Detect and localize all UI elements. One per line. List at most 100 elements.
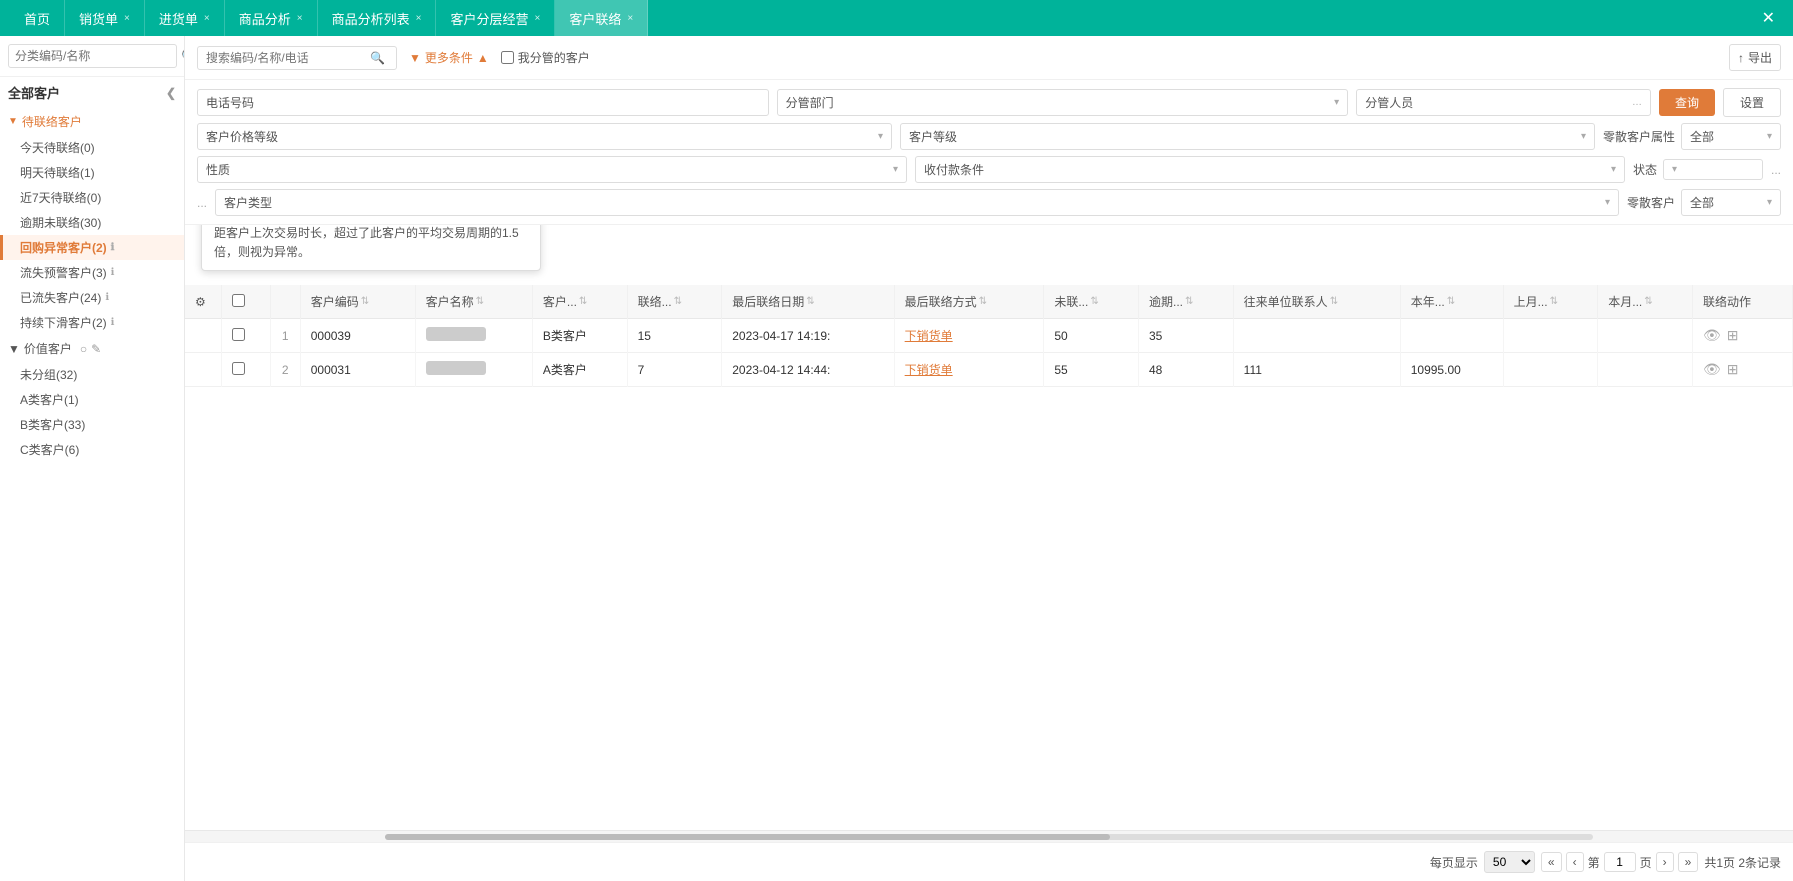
customer-level-field[interactable]: 客户等级 ▾ [900, 123, 1595, 150]
th-this-year[interactable]: 本年... ⇅ [1400, 285, 1503, 319]
action-menu-icon-row1[interactable]: ⊞ [1727, 327, 1739, 344]
gender-field[interactable]: 性质 ▾ [197, 156, 907, 183]
sidebar-item-today-pending[interactable]: 今天待联络(0) [0, 135, 184, 160]
filter-dots-row4[interactable]: ... [197, 196, 207, 210]
tab-close-purchase-order[interactable]: × [204, 13, 210, 24]
sidebar-value-settings-icon[interactable]: ✎ [91, 342, 101, 356]
sidebar-item-abnormal-repurchase[interactable]: 回购异常客户(2) ℹ [0, 235, 184, 260]
th-last-month[interactable]: 上月... ⇅ [1503, 285, 1598, 319]
price-level-dropdown-icon: ▾ [878, 131, 883, 142]
filter-dots-row3[interactable]: ... [1771, 163, 1781, 177]
export-icon: ↑ [1738, 51, 1744, 65]
window-close-button[interactable]: ✕ [1754, 8, 1783, 28]
sidebar-item-churn-warning[interactable]: 流失预警客户(3) ℹ [0, 260, 184, 285]
next-page-button[interactable]: › [1656, 852, 1674, 872]
td-overdue-row2: 48 [1139, 353, 1234, 387]
price-level-field[interactable]: 客户价格等级 ▾ [197, 123, 892, 150]
tab-close-product-analysis[interactable]: × [297, 13, 303, 24]
tab-product-analysis[interactable]: 商品分析 × [225, 0, 318, 36]
last-method-link-row2[interactable]: 下销货单 [905, 363, 953, 377]
pagination-bar: 每页显示 50 20 100 « ‹ 第 页 › » 共1页 2条记录 [185, 842, 1793, 881]
th-customer-type[interactable]: 客户... ⇅ [532, 285, 627, 319]
th-this-month[interactable]: 本月... ⇅ [1598, 285, 1693, 319]
td-action-row2: 👁 ⊞ [1692, 353, 1792, 387]
th-not-contacted[interactable]: 未联... ⇅ [1044, 285, 1139, 319]
sidebar-item-class-b[interactable]: B类客户(33) [0, 412, 184, 437]
sidebar-item-overdue-pending[interactable]: 逾期未联络(30) [0, 210, 184, 235]
tab-product-analysis-list[interactable]: 商品分析列表 × [318, 0, 437, 36]
sidebar-all-customers[interactable]: 全部客户 ❮ [0, 77, 184, 108]
blurred-name-row1 [426, 327, 486, 341]
tab-sales-order[interactable]: 销货单 × [65, 0, 145, 36]
tab-close-product-analysis-list[interactable]: × [416, 13, 422, 24]
sidebar-item-declining[interactable]: 持续下滑客户(2) ℹ [0, 310, 184, 335]
set-button[interactable]: 设置 [1723, 88, 1781, 117]
sidebar-group-pending-contact[interactable]: ▼ 待联络客户 [0, 108, 184, 135]
sort-icon-name: ⇅ [476, 296, 484, 307]
last-page-button[interactable]: » [1678, 852, 1699, 872]
sidebar-item-7days-pending[interactable]: 近7天待联络(0) [0, 185, 184, 210]
customer-search-input[interactable] [206, 51, 366, 65]
customer-type-field[interactable]: 客户类型 ▾ [215, 189, 1619, 216]
search-icon[interactable]: 🔍 [370, 51, 385, 65]
td-unit-contact-row1 [1233, 319, 1400, 353]
td-checkbox-row1 [221, 319, 270, 353]
action-view-icon-row2[interactable]: 👁 [1703, 361, 1721, 378]
sidebar-item-class-c[interactable]: C类客户(6) [0, 437, 184, 462]
sidebar-item-ungrouped[interactable]: 未分组(32) [0, 362, 184, 387]
phone-field[interactable]: 电话号码 [197, 89, 769, 116]
status-field[interactable]: ▾ [1663, 159, 1763, 180]
sidebar-item-class-a[interactable]: A类客户(1) [0, 387, 184, 412]
th-settings[interactable]: ⚙ [185, 285, 221, 319]
tab-close-sales-order[interactable]: × [124, 13, 130, 24]
sidebar-search-input[interactable] [8, 44, 177, 68]
tab-customer-contact[interactable]: 客户联络 × [555, 0, 648, 36]
last-method-link-row1[interactable]: 下销货单 [905, 329, 953, 343]
tab-close-customer-contact[interactable]: × [627, 13, 633, 24]
tab-close-customer-segmentation[interactable]: × [534, 13, 540, 24]
tab-customer-segmentation[interactable]: 客户分层经营 × [436, 0, 555, 36]
tab-home[interactable]: 首页 [10, 0, 65, 36]
select-all-checkbox[interactable] [232, 294, 245, 307]
row2-checkbox[interactable] [232, 362, 245, 375]
customer-type-dropdown-icon: ▾ [1605, 197, 1610, 208]
th-last-contact-method[interactable]: 最后联络方式 ⇅ [894, 285, 1044, 319]
per-page-select[interactable]: 50 20 100 [1484, 851, 1535, 873]
th-contact[interactable]: 联络... ⇅ [627, 285, 722, 319]
horizontal-scrollbar[interactable] [185, 830, 1793, 842]
sidebar-group-value-customers[interactable]: ▼ 价值客户 ○ ✎ [0, 335, 184, 362]
th-overdue[interactable]: 逾期... ⇅ [1139, 285, 1234, 319]
action-view-icon-row1[interactable]: 👁 [1703, 327, 1721, 344]
more-conditions-button[interactable]: ▼ 更多条件 ▲ [409, 49, 489, 66]
pay-condition-field[interactable]: 收付款条件 ▾ [915, 156, 1625, 183]
filter-icon: ▼ [409, 51, 421, 65]
my-customers-checkbox[interactable] [501, 51, 514, 64]
th-unit-contact[interactable]: 往来单位联系人 ⇅ [1233, 285, 1400, 319]
top-navigation: 首页 销货单 × 进货单 × 商品分析 × 商品分析列表 × 客户分层经营 × … [0, 0, 1793, 36]
sidebar-value-edit-icon[interactable]: ○ [80, 342, 87, 356]
dept-field[interactable]: 分管部门 ▾ [777, 89, 1349, 116]
my-customers-checkbox-label[interactable]: 我分管的客户 [501, 49, 590, 66]
retail-customer-field[interactable]: 全部 ▾ [1681, 189, 1781, 216]
first-page-button[interactable]: « [1541, 852, 1562, 872]
tab-purchase-order[interactable]: 进货单 × [145, 0, 225, 36]
td-contact-row1: 15 [627, 319, 722, 353]
row1-checkbox[interactable] [232, 328, 245, 341]
retail-attr-dropdown-icon: ▾ [1767, 131, 1772, 142]
td-checkbox-row2 [221, 353, 270, 387]
prev-page-button[interactable]: ‹ [1566, 852, 1584, 872]
sidebar-collapse-icon[interactable]: ❮ [166, 86, 176, 100]
sidebar-item-tomorrow-pending[interactable]: 明天待联络(1) [0, 160, 184, 185]
retail-customer-dropdown-icon: ▾ [1767, 197, 1772, 208]
page-number-input[interactable] [1604, 852, 1636, 872]
person-field[interactable]: 分管人员 … [1356, 89, 1651, 116]
export-button[interactable]: ↑ 导出 [1729, 44, 1781, 71]
action-menu-icon-row2[interactable]: ⊞ [1727, 361, 1739, 378]
sidebar-item-churned[interactable]: 已流失客户(24) ℹ [0, 285, 184, 310]
query-button[interactable]: 查询 [1659, 89, 1715, 116]
retail-attr-field[interactable]: 全部 ▾ [1681, 123, 1781, 150]
th-customer-code[interactable]: 客户编码 ⇅ [300, 285, 415, 319]
th-last-contact-date[interactable]: 最后联络日期 ⇅ [722, 285, 894, 319]
sidebar-search-area: 🔍 [0, 36, 184, 77]
th-customer-name[interactable]: 客户名称 ⇅ [415, 285, 532, 319]
